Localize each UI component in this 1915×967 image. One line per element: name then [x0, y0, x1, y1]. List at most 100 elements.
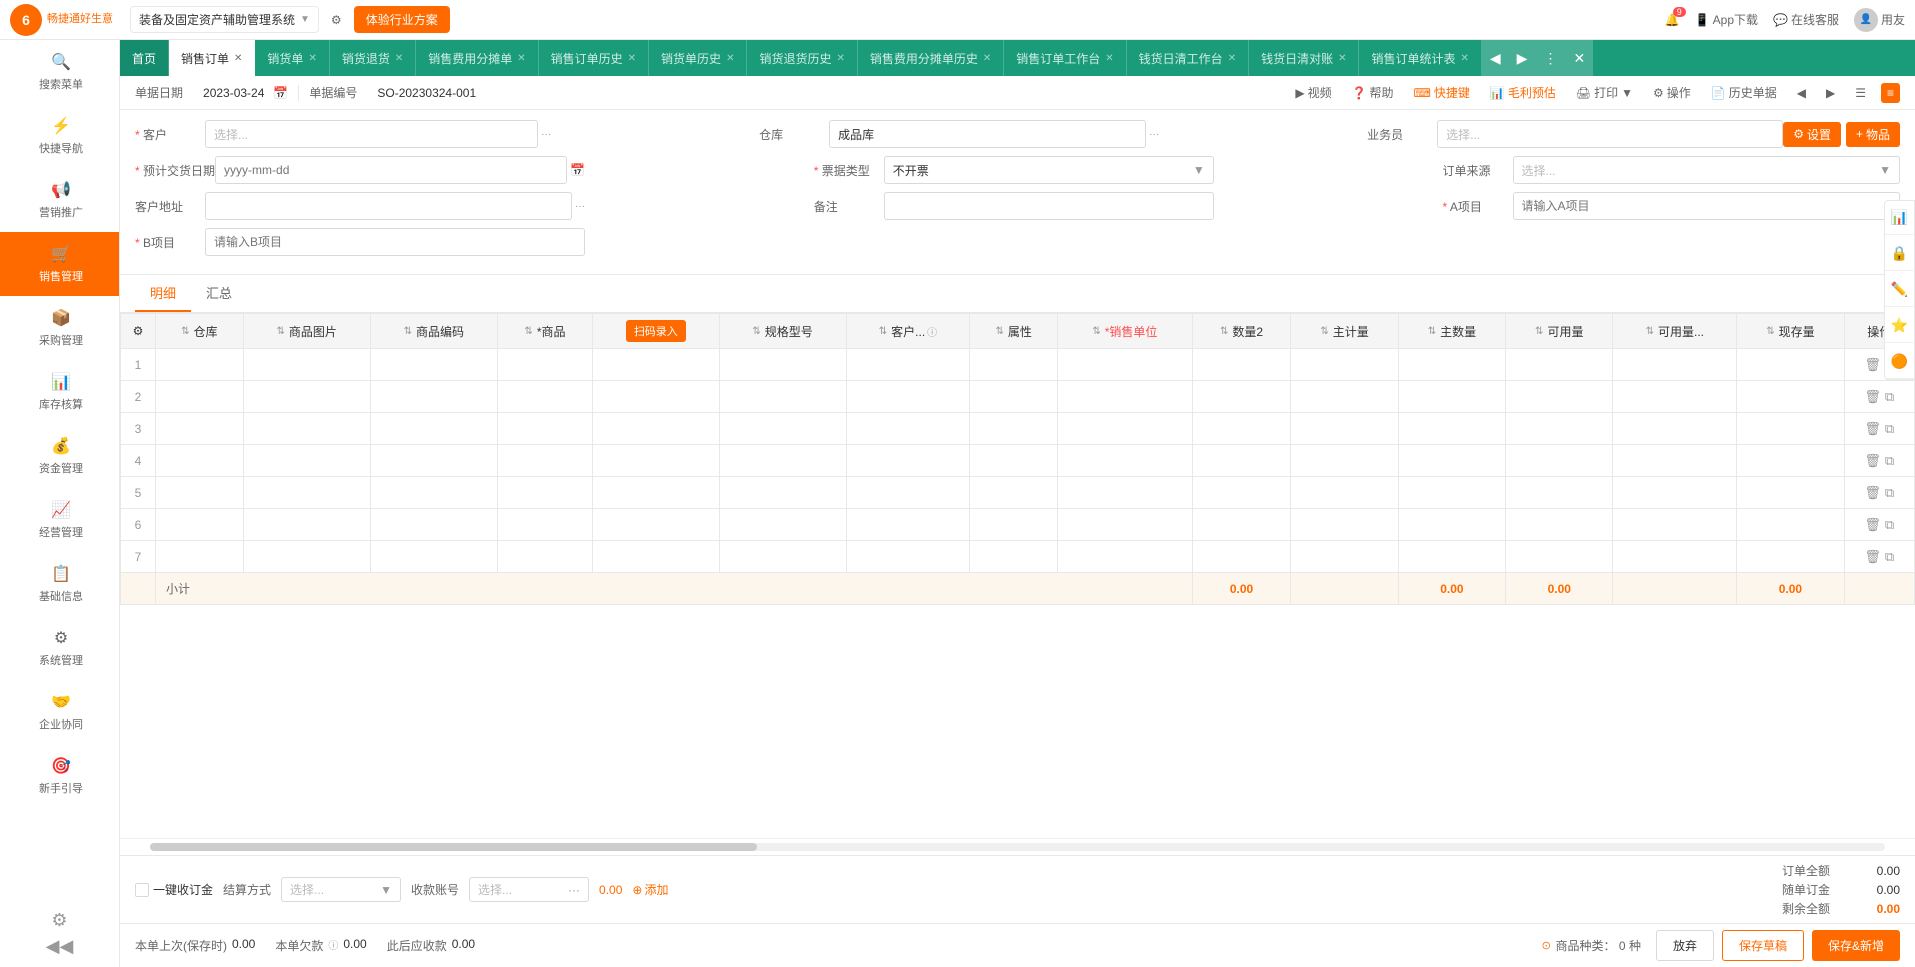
- cell-attr-6[interactable]: [970, 509, 1058, 541]
- a-project-input[interactable]: [1513, 192, 1901, 220]
- cell-stock-3[interactable]: [1737, 413, 1844, 445]
- sort-warehouse-icon[interactable]: ⇅: [181, 326, 189, 337]
- sidebar-item-sales[interactable]: 🛒 销售管理: [0, 232, 119, 296]
- warehouse-value[interactable]: 成品库: [829, 120, 1146, 148]
- tab-next-btn[interactable]: ▶: [1509, 40, 1536, 76]
- cell-qty2-7[interactable]: [1192, 541, 1291, 573]
- tab-close-icon[interactable]: ✕: [395, 53, 403, 64]
- delete-row-icon[interactable]: 🗑: [1864, 421, 1881, 437]
- cell-qty2-2[interactable]: [1192, 381, 1291, 413]
- cell-scan-4[interactable]: [593, 445, 719, 477]
- cell-avail2-2[interactable]: [1613, 381, 1737, 413]
- cell-image-1[interactable]: [243, 349, 370, 381]
- sidebar-item-purchase[interactable]: 📦 采购管理: [0, 296, 119, 360]
- cell-name-1[interactable]: [497, 349, 592, 381]
- cell-munit-2[interactable]: [1291, 381, 1398, 413]
- tab-close-icon[interactable]: ✕: [983, 53, 991, 64]
- delete-row-icon[interactable]: 🗑: [1864, 389, 1881, 405]
- discard-btn[interactable]: 放弃: [1656, 930, 1714, 961]
- sort-unit-icon[interactable]: ⇅: [1092, 326, 1100, 337]
- cell-ccode-3[interactable]: [846, 413, 970, 445]
- cell-spec-7[interactable]: [719, 541, 846, 573]
- cell-mqty-2[interactable]: [1398, 381, 1505, 413]
- cell-name-7[interactable]: [497, 541, 592, 573]
- tab-close-icon[interactable]: ✕: [1461, 53, 1469, 64]
- tab-detail[interactable]: 明细: [135, 275, 191, 312]
- cell-image-3[interactable]: [243, 413, 370, 445]
- cell-munit-3[interactable]: [1291, 413, 1398, 445]
- delete-row-icon[interactable]: 🗑: [1864, 549, 1881, 565]
- tab-sales-return[interactable]: 销货退货 ✕: [330, 40, 416, 76]
- order-source-input[interactable]: 选择... ▼: [1513, 156, 1901, 184]
- tab-close-icon[interactable]: ✕: [1338, 53, 1346, 64]
- cell-warehouse-2[interactable]: [156, 381, 244, 413]
- cell-scan-1[interactable]: [593, 349, 719, 381]
- save-draft-btn[interactable]: 保存草稿: [1722, 930, 1804, 961]
- scroll-track[interactable]: [150, 843, 1885, 851]
- sort-code-icon[interactable]: ⇅: [404, 326, 412, 337]
- cell-attr-1[interactable]: [970, 349, 1058, 381]
- cell-ccode-2[interactable]: [846, 381, 970, 413]
- cell-unit-1[interactable]: [1058, 349, 1193, 381]
- cell-munit-1[interactable]: [1291, 349, 1398, 381]
- cell-avail-4[interactable]: [1506, 445, 1613, 477]
- cell-attr-7[interactable]: [970, 541, 1058, 573]
- cell-avail2-6[interactable]: [1613, 509, 1737, 541]
- customer-address-input[interactable]: [205, 192, 572, 220]
- system-selector[interactable]: 装备及固定资产辅助管理系统 ▼: [130, 6, 319, 33]
- scan-btn[interactable]: 扫码录入: [626, 320, 686, 342]
- copy-row-icon[interactable]: ⧉: [1885, 421, 1894, 437]
- cell-avail2-1[interactable]: [1613, 349, 1737, 381]
- list-view-btn[interactable]: ☰: [1850, 84, 1871, 102]
- sort-attr-icon[interactable]: ⇅: [995, 326, 1003, 337]
- tab-cash-reconcile[interactable]: 钱货日清对账 ✕: [1249, 40, 1359, 76]
- sort-stock-icon[interactable]: ⇅: [1766, 326, 1774, 337]
- cell-name-2[interactable]: [497, 381, 592, 413]
- b-project-input[interactable]: [205, 228, 585, 256]
- cell-spec-5[interactable]: [719, 477, 846, 509]
- cell-avail2-3[interactable]: [1613, 413, 1737, 445]
- tab-close-icon[interactable]: ✕: [1228, 53, 1236, 64]
- sort-qty2-icon[interactable]: ⇅: [1220, 326, 1228, 337]
- cell-name-3[interactable]: [497, 413, 592, 445]
- app-download-btn[interactable]: 📱 App下载: [1695, 11, 1758, 28]
- sidebar-item-operations[interactable]: 📈 经营管理: [0, 488, 119, 552]
- calendar-icon[interactable]: 📅: [273, 86, 288, 100]
- cell-munit-6[interactable]: [1291, 509, 1398, 541]
- cell-scan-3[interactable]: [593, 413, 719, 445]
- tab-workbench[interactable]: 销售订单工作台 ✕: [1004, 40, 1126, 76]
- help-btn[interactable]: ❓ 帮助: [1347, 82, 1399, 103]
- cell-code-2[interactable]: [370, 381, 497, 413]
- profit-btn[interactable]: 📊 毛利预估: [1485, 82, 1561, 103]
- cell-code-6[interactable]: [370, 509, 497, 541]
- tab-home[interactable]: 首页: [120, 40, 169, 76]
- cell-spec-2[interactable]: [719, 381, 846, 413]
- cell-avail-6[interactable]: [1506, 509, 1613, 541]
- cell-stock-1[interactable]: [1737, 349, 1844, 381]
- settlement-method-select[interactable]: 选择... ▼: [281, 877, 401, 902]
- cell-image-4[interactable]: [243, 445, 370, 477]
- tab-order-history[interactable]: 销售订单历史 ✕: [539, 40, 649, 76]
- settings-icon-btn[interactable]: ⚙: [327, 9, 346, 31]
- next-record-btn[interactable]: ▶: [1821, 84, 1840, 102]
- checkbox-box[interactable]: [135, 883, 149, 897]
- tab-more-btn[interactable]: ⋮: [1535, 40, 1565, 76]
- sort-mqty-icon[interactable]: ⇅: [1428, 326, 1436, 337]
- sort-spec-icon[interactable]: ⇅: [752, 326, 760, 337]
- tab-fee-history[interactable]: 销售费用分摊单历史 ✕: [858, 40, 1004, 76]
- sort-avail2-icon[interactable]: ⇅: [1646, 326, 1654, 337]
- view-video-btn[interactable]: ▶ 视频: [1290, 82, 1336, 103]
- tab-order-stats[interactable]: 销售订单统计表 ✕: [1359, 40, 1481, 76]
- cell-attr-3[interactable]: [970, 413, 1058, 445]
- prev-record-btn[interactable]: ◀: [1792, 84, 1811, 102]
- cell-ccode-4[interactable]: [846, 445, 970, 477]
- one-click-payment-checkbox[interactable]: 一键收订金: [135, 881, 213, 898]
- sidebar-item-system[interactable]: ⚙ 系统管理: [0, 616, 119, 680]
- settings-btn[interactable]: ⚙ 设置: [1783, 122, 1841, 147]
- cell-name-4[interactable]: [497, 445, 592, 477]
- cell-spec-3[interactable]: [719, 413, 846, 445]
- sidebar-item-quicknav[interactable]: ⚡ 快捷导航: [0, 104, 119, 168]
- cell-avail-2[interactable]: [1506, 381, 1613, 413]
- sidebar-settings-icon[interactable]: ⚙: [51, 910, 67, 931]
- customer-input[interactable]: 选择...: [205, 120, 538, 148]
